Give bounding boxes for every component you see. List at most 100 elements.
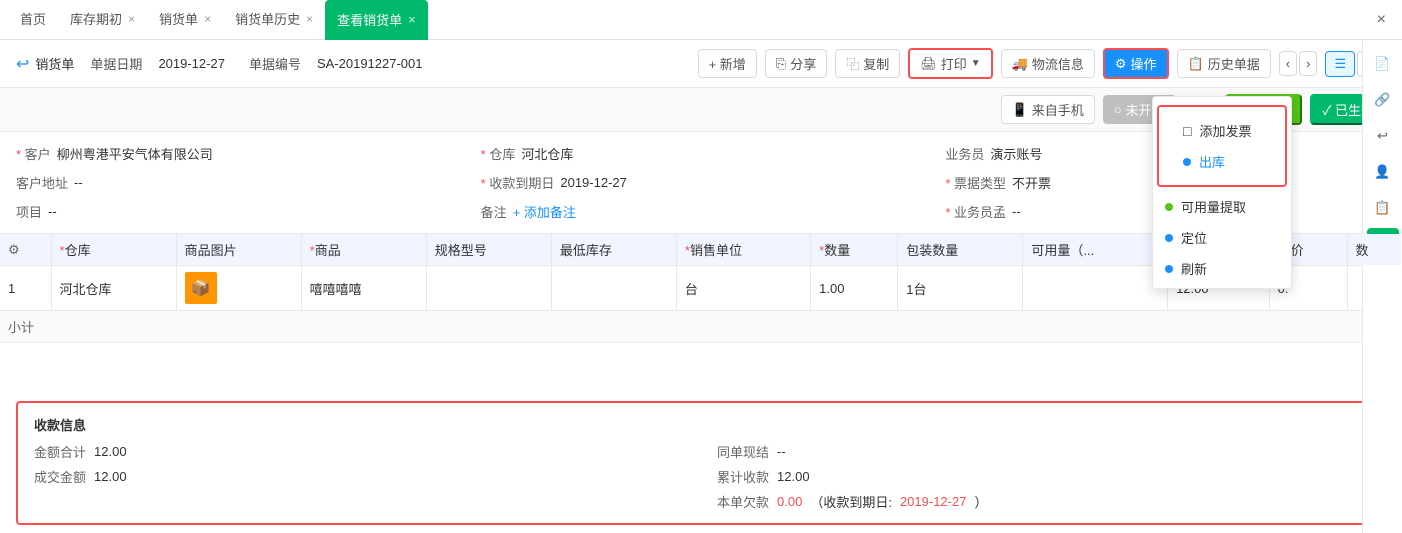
settings-icon[interactable]: ⚙ [8, 242, 20, 257]
history-button[interactable]: 📋 历史单据 [1177, 49, 1271, 78]
col-available: 可用量（... [1023, 234, 1168, 266]
payment-title: 收款信息 [34, 415, 1368, 434]
locate-icon [1165, 234, 1173, 242]
remark-label: 备注 [481, 202, 507, 221]
owed-remark-pre: （收款到期日: [810, 492, 892, 511]
due-date-field: 收款到期日 2019-12-27 [481, 173, 922, 192]
from-phone-button[interactable]: 📱 来自手机 [1001, 95, 1095, 124]
share-button[interactable]: ⎘ 分享 [765, 49, 827, 78]
close-sales-tab[interactable]: × [204, 12, 211, 26]
list-view-button[interactable]: ☰ [1325, 51, 1355, 77]
refresh-item[interactable]: 刷新 [1153, 253, 1291, 284]
salesman-label: 业务员孟 [945, 202, 1006, 221]
staff-value: 演示账号 [990, 144, 1042, 163]
logistics-icon: 🚚 [1012, 56, 1028, 72]
owed-value: 0.00 [777, 494, 802, 509]
refresh-icon [1165, 265, 1173, 273]
cumulative-row: 累计收款 12.00 [717, 467, 1368, 486]
next-button[interactable]: › [1299, 51, 1317, 76]
print-dropdown-icon: ▼ [971, 58, 981, 69]
close-history-tab[interactable]: × [306, 12, 313, 26]
cumulative-label: 累计收款 [717, 467, 769, 486]
subtotal-row: 小计 [0, 311, 1402, 343]
close-view-tab[interactable]: × [408, 12, 416, 27]
row-unit: 台 [676, 266, 810, 311]
col-product: *商品 [301, 234, 426, 266]
add-remark-button[interactable]: + 添加备注 [513, 202, 576, 221]
row-index: 1 [0, 266, 51, 311]
payment-left: 金额合计 12.00 成交金额 12.00 [34, 442, 685, 511]
add-invoice-item[interactable]: □ 添加发票 [1171, 115, 1273, 146]
right-sidebar: 📄 🔗 ↩ 👤 📋 ⤢ [1362, 40, 1402, 533]
col-settings: ⚙ [0, 234, 51, 266]
col-min-stock: 最低库存 [551, 234, 676, 266]
owed-label: 本单欠款 [717, 492, 769, 511]
payment-grid: 金额合计 12.00 成交金额 12.00 同单现结 -- 累计收款 12.00 [34, 442, 1368, 511]
col-qty: *数量 [811, 234, 898, 266]
address-value: -- [74, 175, 83, 190]
due-date-label: 收款到期日 [481, 173, 555, 192]
print-icon: 🖨 [920, 56, 937, 72]
print-button[interactable]: 🖨 打印 ▼ [908, 48, 992, 79]
tab-home[interactable]: 首页 [8, 0, 58, 40]
payment-right: 同单现结 -- 累计收款 12.00 本单欠款 0.00 （收款到期日: 201… [717, 442, 1368, 511]
locate-item[interactable]: 定位 [1153, 222, 1291, 253]
col-warehouse: *仓库 [51, 234, 176, 266]
deal-amount-label: 成交金额 [34, 467, 86, 486]
warehouse-field: 仓库 河北仓库 [481, 144, 922, 163]
nav-arrows: ‹ › [1279, 51, 1318, 76]
copy-icon: ⿻ [846, 54, 859, 73]
warehouse-value: 河北仓库 [521, 144, 573, 163]
col-pack-qty: 包装数量 [898, 234, 1023, 266]
copy-button[interactable]: ⿻ 复制 [835, 49, 900, 78]
sidebar-icon-1[interactable]: 📄 [1367, 48, 1399, 80]
address-field: 客户地址 -- [16, 173, 457, 192]
total-amount-value: 12.00 [94, 444, 127, 459]
customer-label: 客户 [16, 144, 51, 163]
row-available [1023, 266, 1168, 311]
col-amount: 数 [1347, 234, 1401, 266]
prev-button[interactable]: ‹ [1279, 51, 1297, 76]
ticket-type-label: 票据类型 [945, 173, 1006, 192]
sidebar-icon-4[interactable]: 👤 [1367, 156, 1399, 188]
owed-remark-date: 2019-12-27 [900, 494, 967, 509]
payment-info-box: 收款信息 金额合计 12.00 成交金额 12.00 同单现结 -- 累计收款 [16, 401, 1386, 525]
operation-dropdown: □ 添加发票 出库 可用量提取 定位 刷新 [1152, 96, 1292, 289]
row-product: 嘻嘻嘻嘻 [301, 266, 426, 311]
add-invoice-icon: □ [1183, 123, 1191, 139]
history-icon: 📋 [1188, 56, 1204, 72]
tab-inventory[interactable]: 库存期初 × [58, 0, 147, 40]
row-spec [426, 266, 551, 311]
tab-sales-history[interactable]: 销货单历史 × [223, 0, 325, 40]
project-label: 项目 [16, 202, 42, 221]
row-qty: 1.00 [811, 266, 898, 311]
window-close-button[interactable]: × [1369, 7, 1394, 33]
customer-field: 客户 柳州粤港平安气体有限公司 [16, 144, 457, 163]
remark-field: 备注 + 添加备注 [481, 202, 922, 221]
operation-button[interactable]: ⚙ 操作 [1103, 48, 1169, 79]
owed-row: 本单欠款 0.00 （收款到期日: 2019-12-27 ） [717, 492, 1368, 511]
phone-icon: 📱 [1012, 102, 1028, 118]
col-image: 商品图片 [176, 234, 301, 266]
owed-remark-post: ） [974, 492, 987, 511]
available-pickup-item[interactable]: 可用量提取 [1153, 191, 1291, 222]
sidebar-icon-2[interactable]: 🔗 [1367, 84, 1399, 116]
row-min-stock [551, 266, 676, 311]
warehouse-label: 仓库 [481, 144, 516, 163]
sidebar-icon-5[interactable]: 📋 [1367, 192, 1399, 224]
ticket-type-value: 不开票 [1012, 173, 1051, 192]
outbound-dot-icon [1183, 158, 1191, 166]
logistics-button[interactable]: 🚚 物流信息 [1001, 49, 1095, 78]
project-value: -- [48, 204, 57, 219]
same-order-label: 同单现结 [717, 442, 769, 461]
sidebar-icon-3[interactable]: ↩ [1367, 120, 1399, 152]
customer-value: 柳州粤港平安气体有限公司 [57, 144, 213, 163]
outbound-item[interactable]: 出库 [1171, 146, 1273, 177]
salesman-value: -- [1012, 204, 1021, 219]
doc-meta: 单据日期 2019-12-27 单据编号 SA-20191227-001 [90, 54, 422, 73]
close-inventory-tab[interactable]: × [128, 12, 135, 26]
product-image: 📦 [185, 272, 217, 304]
tab-sales[interactable]: 销货单 × [147, 0, 223, 40]
new-button[interactable]: + 新增 [698, 49, 757, 78]
tab-view-sales[interactable]: 查看销货单 × [325, 0, 428, 40]
